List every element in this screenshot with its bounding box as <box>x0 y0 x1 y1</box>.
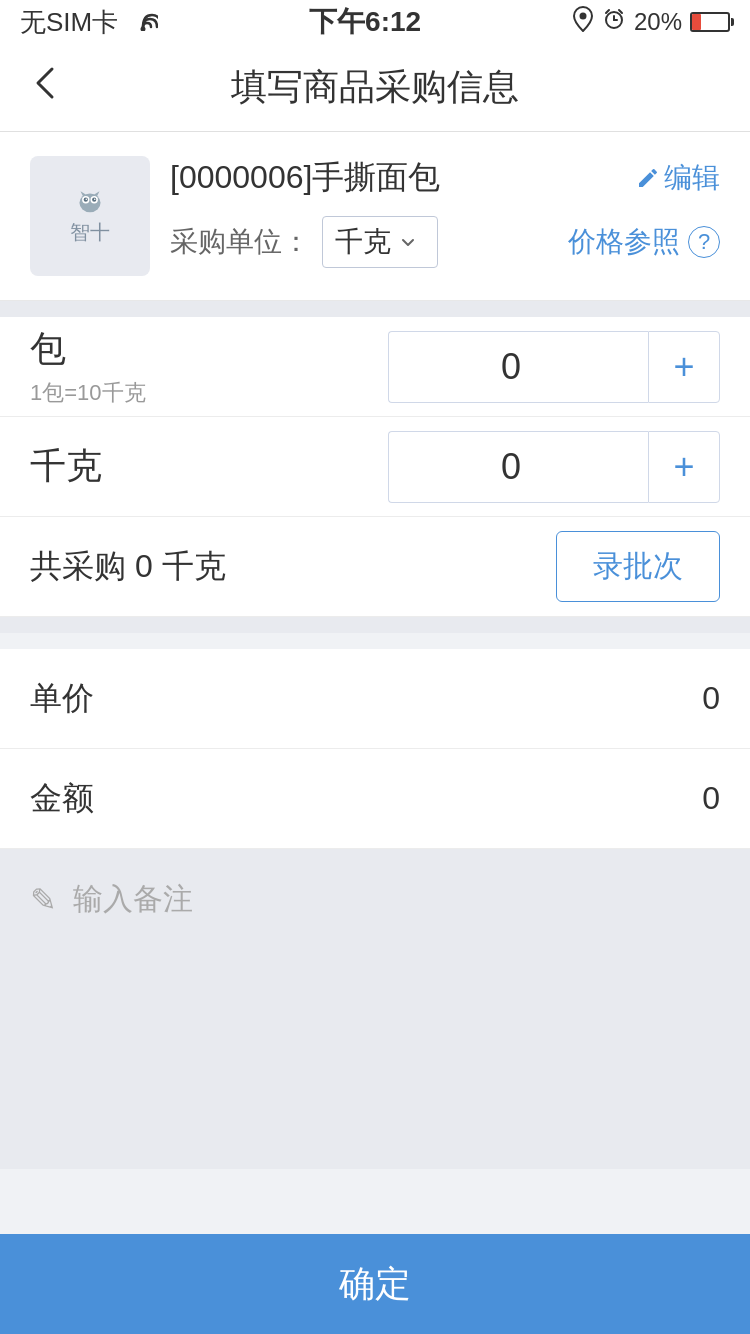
battery-percent: 20% <box>634 8 682 36</box>
main-content: 智十 [0000006]手撕面包 编辑 采购单位： 千克 <box>0 132 750 1269</box>
product-card: 智十 [0000006]手撕面包 编辑 采购单位： 千克 <box>0 132 750 301</box>
alarm-icon <box>602 7 626 37</box>
bag-input-control: + <box>170 331 720 403</box>
summary-text: 共采购 0 千克 <box>30 545 226 589</box>
amount-row: 金额 0 <box>0 749 750 849</box>
brand-text: 智十 <box>70 219 110 246</box>
sim-text: 无SIM卡 <box>20 5 118 40</box>
unit-price-value: 0 <box>702 680 720 717</box>
bag-plus-button[interactable]: + <box>648 331 720 403</box>
wifi-icon <box>128 7 158 38</box>
bag-label-group: 包 1包=10千克 <box>30 325 170 408</box>
price-ref[interactable]: 价格参照 ? <box>568 223 720 261</box>
svg-point-11 <box>94 198 96 200</box>
bag-quantity-input[interactable] <box>388 331 648 403</box>
bag-label: 包 <box>30 325 170 374</box>
bag-quantity-row: 包 1包=10千克 + <box>0 317 750 417</box>
status-bar: 无SIM卡 下午6:12 20% <box>0 0 750 44</box>
bag-sub-label: 1包=10千克 <box>30 378 170 408</box>
battery-icon <box>690 12 730 32</box>
svg-point-1 <box>579 13 586 20</box>
quantity-section: 包 1包=10千克 + 千克 + 共采购 0 <box>0 317 750 617</box>
unit-select[interactable]: 千克 <box>322 216 438 268</box>
pencil-icon: ✎ <box>30 881 57 919</box>
product-name: [0000006]手撕面包 <box>170 156 440 200</box>
confirm-button[interactable]: 确定 <box>339 1260 411 1309</box>
kg-label: 千克 <box>30 442 170 491</box>
status-left: 无SIM卡 <box>20 5 158 40</box>
location-icon <box>572 6 594 38</box>
unit-price-label: 单价 <box>30 677 94 721</box>
unit-label: 采购单位： <box>170 223 310 261</box>
product-thumbnail: 智十 <box>30 156 150 276</box>
record-batch-button[interactable]: 录批次 <box>556 531 720 602</box>
kg-quantity-row: 千克 + <box>0 417 750 517</box>
kg-quantity-input[interactable] <box>388 431 648 503</box>
back-button[interactable] <box>30 61 58 114</box>
svg-point-0 <box>141 26 146 31</box>
section-separator-2 <box>0 617 750 633</box>
page-title: 填写商品采购信息 <box>231 63 519 112</box>
amount-label: 金额 <box>30 777 94 821</box>
content-spacer <box>0 969 750 1169</box>
help-icon: ? <box>688 226 720 258</box>
kg-label-group: 千克 <box>30 442 170 491</box>
svg-point-10 <box>86 198 88 200</box>
section-separator-1 <box>0 301 750 317</box>
status-right: 20% <box>572 6 730 38</box>
remark-placeholder: 输入备注 <box>73 879 193 920</box>
nav-bar: 填写商品采购信息 <box>0 44 750 132</box>
status-time: 下午6:12 <box>309 3 421 41</box>
kg-plus-button[interactable]: + <box>648 431 720 503</box>
kg-input-control: + <box>170 431 720 503</box>
summary-row: 共采购 0 千克 录批次 <box>0 517 750 617</box>
product-name-row: [0000006]手撕面包 编辑 <box>170 156 720 200</box>
confirm-bar[interactable]: 确定 <box>0 1234 750 1334</box>
remark-section[interactable]: ✎ 输入备注 <box>0 849 750 969</box>
unit-price-row: 单价 0 <box>0 649 750 749</box>
amount-value: 0 <box>702 780 720 817</box>
product-info: [0000006]手撕面包 编辑 采购单位： 千克 <box>170 156 720 268</box>
price-section: 单价 0 金额 0 <box>0 649 750 849</box>
edit-link[interactable]: 编辑 <box>636 159 720 197</box>
product-unit-row: 采购单位： 千克 价格参照 ? <box>170 216 720 268</box>
